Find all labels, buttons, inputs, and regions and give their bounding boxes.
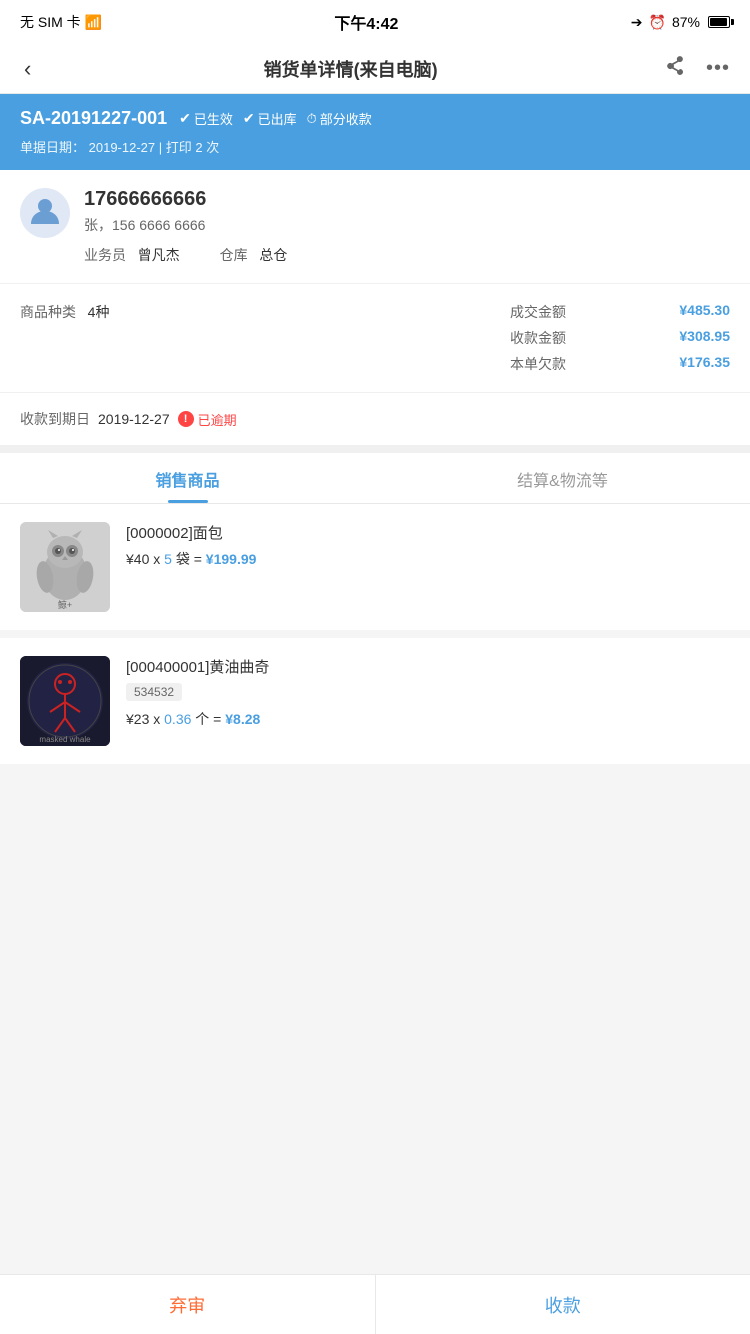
product-qty-2: 0.36	[164, 711, 191, 727]
product-image-2: masked whale	[20, 656, 110, 746]
sales-info: 业务员 曾凡杰	[84, 245, 180, 265]
location-icon: ➔	[631, 14, 643, 31]
customer-info: 17666666666 张，156 6666 6666 业务员 曾凡杰 仓库 总…	[84, 188, 730, 265]
product-sku-2: 534532	[126, 683, 182, 701]
status-bar: 无 SIM 卡 📶 下午4:42 ➔ ⏰ 87%	[0, 0, 750, 44]
customer-name-phone: 张，156 6666 6666	[84, 215, 730, 235]
nav-bar: ‹ 销货单详情(来自电脑) •••	[0, 44, 750, 94]
clock-icon: ⏱	[307, 111, 317, 127]
avatar	[20, 188, 70, 238]
product-name-2: [000400001]黄油曲奇	[126, 656, 730, 677]
due-date-label: 收款到期日	[20, 409, 90, 429]
tab-settlement[interactable]: 结算&物流等	[375, 453, 750, 503]
status-shipped: ✔ 已出库	[243, 109, 297, 128]
status-time: 下午4:42	[334, 10, 398, 34]
page-title: 销货单详情(来自电脑)	[264, 56, 438, 82]
product-price-2: ¥23 x 0.36 个 = ¥8.28	[126, 709, 730, 729]
reject-button[interactable]: 弃审	[0, 1275, 376, 1334]
product-info-2: [000400001]黄油曲奇 534532 ¥23 x 0.36 个 = ¥8…	[126, 656, 730, 729]
deal-amount-row: 成交金额 ¥485.30	[510, 302, 730, 322]
order-date-info: 单据日期： 2019-12-27 | 打印 2 次	[20, 137, 730, 156]
customer-section: 17666666666 张，156 6666 6666 业务员 曾凡杰 仓库 总…	[0, 170, 750, 284]
product-name-1: [0000002]面包	[126, 522, 730, 543]
avatar-icon	[29, 194, 61, 233]
received-amount-row: 收款金额 ¥308.95	[510, 328, 730, 348]
customer-meta: 业务员 曾凡杰 仓库 总仓	[84, 245, 730, 265]
status-effective: ✔ 已生效	[179, 109, 233, 128]
due-date-section: 收款到期日 2019-12-27 ! 已逾期	[0, 393, 750, 453]
nav-actions: •••	[662, 52, 734, 85]
svg-text:鲸+: 鲸+	[58, 599, 72, 610]
share-button[interactable]	[662, 52, 690, 85]
product-item-1: 鲸+ [0000002]面包 ¥40 x 5 袋 = ¥199.99	[0, 504, 750, 630]
tab-sales-products[interactable]: 销售商品	[0, 453, 375, 503]
order-header: SA-20191227-001 ✔ 已生效 ✔ 已出库 ⏱ 部分收款 单据日期：…	[0, 94, 750, 170]
product-price-1: ¥40 x 5 袋 = ¥199.99	[126, 549, 730, 569]
product-info-1: [0000002]面包 ¥40 x 5 袋 = ¥199.99	[126, 522, 730, 569]
product-total-1: ¥199.99	[206, 551, 257, 567]
bottom-bar: 弃审 收款	[0, 1274, 750, 1334]
overdue-badge: ! 已逾期	[178, 410, 237, 429]
owed-amount-row: 本单欠款 ¥176.35	[510, 354, 730, 374]
amounts-section: 商品种类 4种 成交金额 ¥485.30 收款金额 ¥308.95 本单欠款 ¥…	[0, 284, 750, 393]
due-date-value: 2019-12-27	[98, 411, 170, 427]
back-button[interactable]: ‹	[16, 48, 39, 90]
product-qty-1: 5	[164, 551, 172, 567]
product-total-2: ¥8.28	[225, 711, 260, 727]
order-id: SA-20191227-001	[20, 108, 167, 129]
product-count: 商品种类 4种	[20, 302, 109, 322]
warehouse-info: 仓库 总仓	[220, 245, 288, 265]
status-battery: ➔ ⏰ 87%	[631, 14, 730, 31]
collect-button[interactable]: 收款	[376, 1275, 750, 1334]
status-badges: ✔ 已生效 ✔ 已出库 ⏱ 部分收款	[179, 109, 372, 128]
status-signal: 无 SIM 卡 📶	[20, 12, 102, 32]
more-button[interactable]: •••	[702, 53, 734, 84]
alarm-icon: ⏰	[649, 14, 666, 31]
product-list: 鲸+ [0000002]面包 ¥40 x 5 袋 = ¥199.99	[0, 504, 750, 842]
check-icon: ✔	[179, 110, 191, 127]
amounts-right: 成交金额 ¥485.30 收款金额 ¥308.95 本单欠款 ¥176.35	[510, 302, 730, 374]
check-icon-2: ✔	[243, 110, 255, 127]
overdue-icon: !	[178, 411, 194, 427]
battery-percent: 87%	[672, 14, 700, 30]
battery-icon	[708, 16, 730, 28]
status-partial: ⏱ 部分收款	[307, 109, 372, 128]
customer-id: 17666666666	[84, 188, 730, 211]
product-item-2: masked whale [000400001]黄油曲奇 534532 ¥23 …	[0, 638, 750, 764]
svg-text:masked whale: masked whale	[39, 735, 91, 744]
product-image-1: 鲸+	[20, 522, 110, 612]
tabs-bar: 销售商品 结算&物流等	[0, 453, 750, 504]
